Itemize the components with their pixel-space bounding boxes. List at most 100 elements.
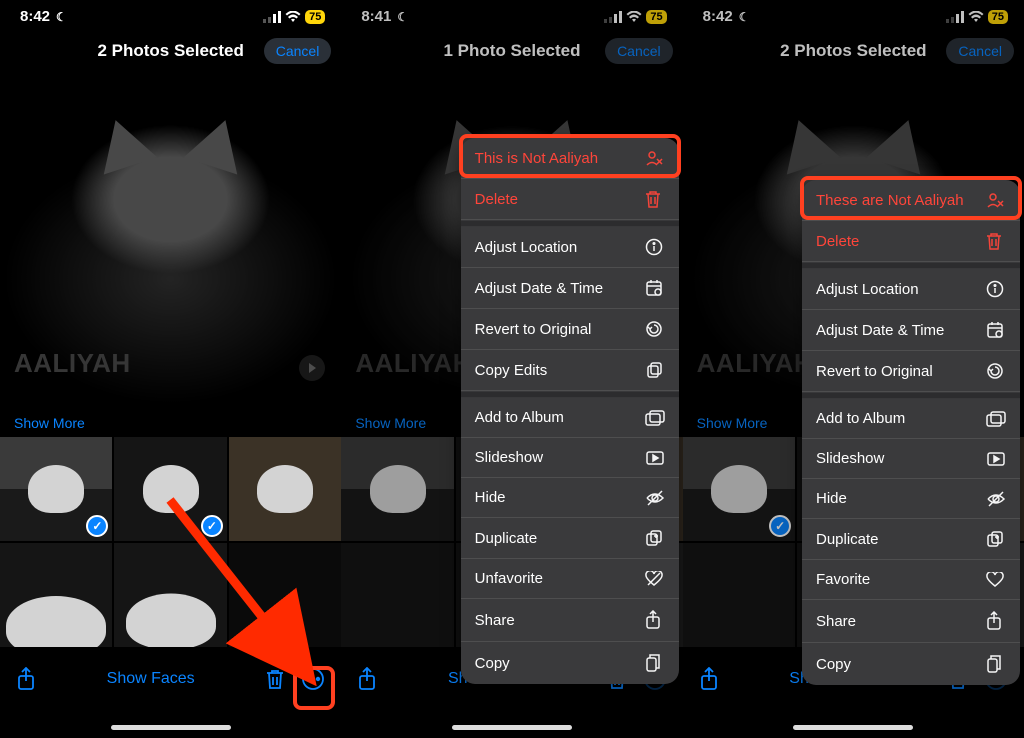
- battery-indicator: 75: [646, 10, 666, 24]
- selected-check-icon: ✓: [201, 515, 223, 537]
- person-x-icon: [986, 191, 1006, 209]
- share-button[interactable]: [357, 667, 377, 691]
- wifi-icon: [626, 11, 642, 23]
- photo-thumbnail[interactable]: [229, 437, 341, 541]
- status-time: 8:42: [703, 8, 733, 25]
- menu-item-hide[interactable]: Hide: [461, 478, 679, 518]
- more-button[interactable]: [301, 667, 325, 691]
- screenshot-panel-3: 8:42 ☾ 75 2 Photos Selected Cancel AALIY…: [683, 0, 1024, 738]
- trash-icon: [986, 232, 1006, 250]
- dnd-moon-icon: ☾: [56, 10, 67, 24]
- revert-icon: [986, 362, 1006, 380]
- menu-item-delete[interactable]: Delete: [461, 179, 679, 220]
- share-icon: [986, 611, 1006, 631]
- menu-item-add-album[interactable]: Add to Album: [802, 399, 1020, 439]
- home-indicator[interactable]: [111, 725, 231, 730]
- menu-item-not-person[interactable]: These are Not Aaliyah: [802, 180, 1020, 221]
- ellipsis-icon: [301, 667, 325, 691]
- home-indicator[interactable]: [452, 725, 572, 730]
- duplicate-icon: [986, 530, 1006, 548]
- heart-off-icon: [645, 571, 665, 587]
- trash-icon: [265, 668, 285, 690]
- menu-item-delete[interactable]: Delete: [802, 221, 1020, 262]
- menu-item-not-person[interactable]: This is Not Aaliyah: [461, 138, 679, 179]
- share-button[interactable]: [699, 667, 719, 691]
- menu-item-slideshow[interactable]: Slideshow: [461, 438, 679, 478]
- menu-item-adjust-location[interactable]: Adjust Location: [461, 227, 679, 268]
- status-bar: 8:42 ☾ 75: [683, 0, 1024, 29]
- share-button[interactable]: [16, 667, 36, 691]
- cellular-icon: [946, 11, 964, 23]
- cellular-icon: [263, 11, 281, 23]
- revert-icon: [645, 320, 665, 338]
- menu-item-copy-edits[interactable]: Copy Edits: [461, 350, 679, 391]
- menu-item-add-album[interactable]: Add to Album: [461, 398, 679, 438]
- screenshot-panel-1: 8:42 ☾ 75 2 Photos Selected Cancel AALIY…: [0, 0, 341, 738]
- menu-item-share[interactable]: Share: [461, 599, 679, 642]
- person-name-overlay: AALIYAH: [697, 348, 814, 379]
- copy-icon: [645, 653, 665, 673]
- album-icon: [645, 410, 665, 426]
- menu-item-share[interactable]: Share: [802, 600, 1020, 643]
- cellular-icon: [604, 11, 622, 23]
- dnd-moon-icon: ☾: [739, 10, 750, 24]
- home-indicator[interactable]: [793, 725, 913, 730]
- cancel-button[interactable]: Cancel: [264, 38, 332, 64]
- person-x-icon: [645, 149, 665, 167]
- share-icon: [16, 667, 36, 691]
- selection-header: 1 Photo Selected Cancel: [341, 29, 682, 73]
- play-button[interactable]: [299, 355, 325, 381]
- copyedits-icon: [645, 361, 665, 379]
- calendar-icon: [645, 279, 665, 297]
- status-time: 8:41: [361, 8, 391, 25]
- photo-thumbnail[interactable]: [341, 543, 453, 647]
- selected-check-icon: ✓: [86, 515, 108, 537]
- battery-indicator: 75: [305, 10, 325, 24]
- show-more-link[interactable]: Show More: [0, 405, 341, 437]
- photo-thumbnail[interactable]: [683, 543, 795, 647]
- photo-thumbnail[interactable]: ✓: [683, 437, 795, 541]
- eye-off-icon: [986, 491, 1006, 507]
- photo-thumbnail[interactable]: ✓: [114, 437, 226, 541]
- cancel-button[interactable]: Cancel: [605, 38, 673, 64]
- selection-header: 2 Photos Selected Cancel: [0, 29, 341, 73]
- photo-thumbnail[interactable]: [114, 543, 226, 647]
- album-icon: [986, 411, 1006, 427]
- menu-item-adjust-datetime[interactable]: Adjust Date & Time: [802, 310, 1020, 351]
- menu-item-duplicate[interactable]: Duplicate: [802, 519, 1020, 560]
- header-title: 2 Photos Selected: [97, 41, 243, 61]
- selected-check-icon: ✓: [769, 515, 791, 537]
- bottom-toolbar: Show Faces: [0, 654, 341, 704]
- photo-thumbnail[interactable]: [341, 437, 453, 541]
- menu-item-unfavorite[interactable]: Unfavorite: [461, 559, 679, 599]
- slideshow-icon: [986, 451, 1006, 467]
- cancel-button[interactable]: Cancel: [946, 38, 1014, 64]
- menu-item-revert[interactable]: Revert to Original: [802, 351, 1020, 392]
- menu-item-revert[interactable]: Revert to Original: [461, 309, 679, 350]
- menu-item-copy[interactable]: Copy: [802, 643, 1020, 685]
- heart-icon: [986, 572, 1006, 588]
- dnd-moon-icon: ☾: [397, 10, 408, 24]
- info-icon: [986, 280, 1006, 298]
- menu-item-adjust-location[interactable]: Adjust Location: [802, 269, 1020, 310]
- menu-item-copy[interactable]: Copy: [461, 642, 679, 684]
- menu-item-hide[interactable]: Hide: [802, 479, 1020, 519]
- photo-grid: ✓ ✓: [0, 437, 341, 647]
- eye-off-icon: [645, 490, 665, 506]
- selection-header: 2 Photos Selected Cancel: [683, 29, 1024, 73]
- screenshot-panel-2: 8:41 ☾ 75 1 Photo Selected Cancel AALIYA…: [341, 0, 682, 738]
- menu-item-duplicate[interactable]: Duplicate: [461, 518, 679, 559]
- trash-icon: [645, 190, 665, 208]
- trash-button[interactable]: [265, 668, 285, 690]
- show-faces-button[interactable]: Show Faces: [107, 670, 195, 688]
- menu-item-slideshow[interactable]: Slideshow: [802, 439, 1020, 479]
- menu-item-favorite[interactable]: Favorite: [802, 560, 1020, 600]
- photo-thumbnail[interactable]: ✓: [0, 437, 112, 541]
- photo-thumbnail[interactable]: [229, 543, 341, 647]
- header-title: 1 Photo Selected: [444, 41, 581, 61]
- photo-thumbnail[interactable]: [0, 543, 112, 647]
- hero-photo[interactable]: AALIYAH: [0, 73, 341, 405]
- share-icon: [645, 610, 665, 630]
- menu-item-adjust-datetime[interactable]: Adjust Date & Time: [461, 268, 679, 309]
- status-bar: 8:42 ☾ 75: [0, 0, 341, 29]
